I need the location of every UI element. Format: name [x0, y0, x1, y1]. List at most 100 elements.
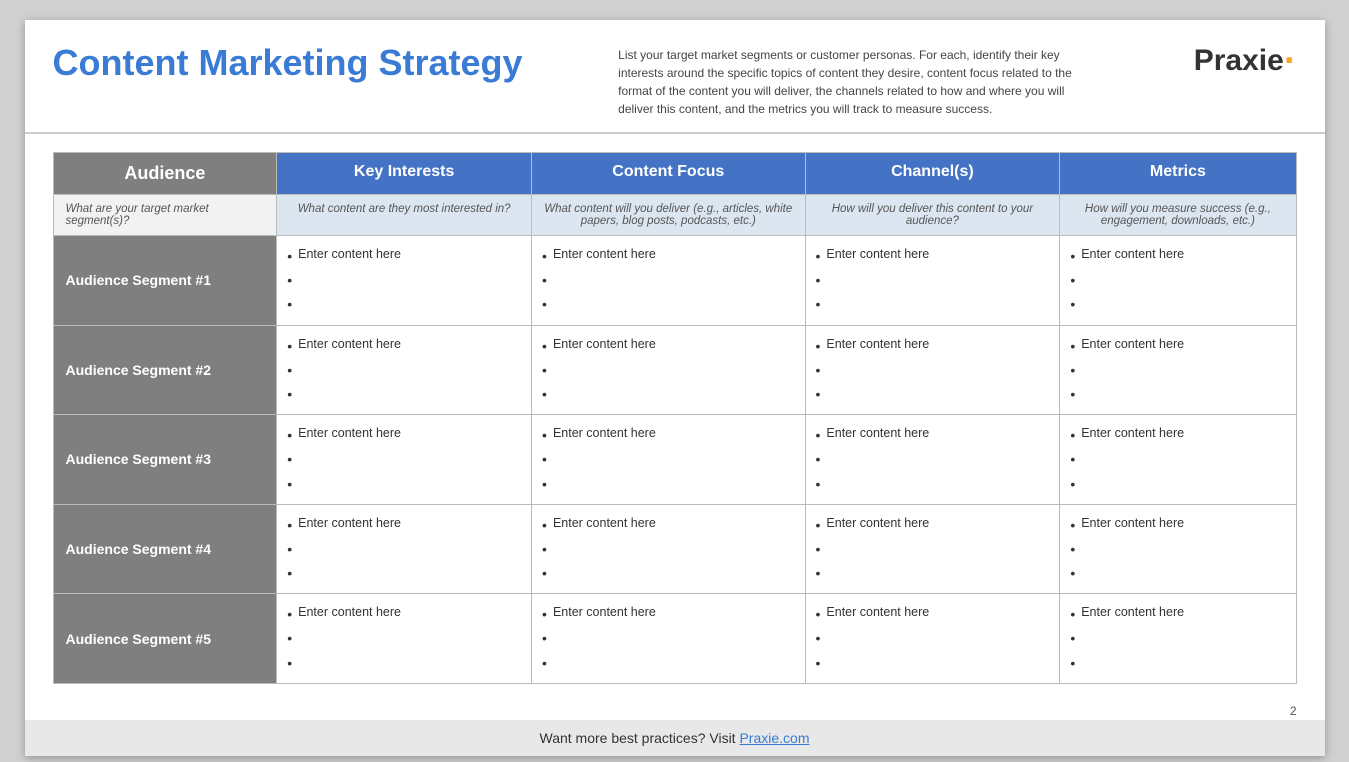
data-cell-channels-1[interactable]: Enter content here: [805, 236, 1060, 326]
page-number: 2: [25, 702, 1325, 720]
data-cell-channels-3[interactable]: Enter content here: [805, 415, 1060, 505]
list-item: [542, 268, 794, 292]
list-item: [287, 537, 521, 561]
list-item: [1070, 561, 1285, 585]
list-item: [542, 358, 794, 382]
list-item: [1070, 651, 1285, 675]
col-header-keyinterests: Key Interests: [277, 153, 532, 195]
table-row: Audience Segment #2 Enter content here Ent…: [53, 325, 1296, 415]
segment-label-5: Audience Segment #5: [53, 594, 277, 684]
table-row: Audience Segment #4 Enter content here Ent…: [53, 504, 1296, 594]
list-item: [542, 292, 794, 316]
header-row: Audience Key Interests Content Focus Cha…: [53, 153, 1296, 195]
list-item: [542, 561, 794, 585]
segment-label-3: Audience Segment #3: [53, 415, 277, 505]
data-cell-contentfocus-5[interactable]: Enter content here: [532, 594, 805, 684]
list-item: [1070, 472, 1285, 496]
list-item: [542, 537, 794, 561]
segment-label-4: Audience Segment #4: [53, 504, 277, 594]
list-item: Enter content here: [1070, 334, 1285, 358]
list-item: Enter content here: [542, 244, 794, 268]
list-item: [816, 268, 1050, 292]
list-item: [287, 292, 521, 316]
data-cell-metrics-2[interactable]: Enter content here: [1060, 325, 1296, 415]
subheader-row: What are your target market segment(s)? …: [53, 195, 1296, 236]
subheader-keyinterests: What content are they most interested in…: [277, 195, 532, 236]
header-description: List your target market segments or cust…: [618, 46, 1098, 118]
list-item: Enter content here: [1070, 513, 1285, 537]
list-item: [287, 651, 521, 675]
list-item: Enter content here: [287, 602, 521, 626]
list-item: [287, 447, 521, 471]
list-item: Enter content here: [542, 513, 794, 537]
data-cell-metrics-1[interactable]: Enter content here: [1060, 236, 1296, 326]
col-header-audience: Audience: [53, 153, 277, 195]
table-row: Audience Segment #3Enter content hereEnt…: [53, 415, 1296, 505]
subheader-metrics: How will you measure success (e.g., enga…: [1060, 195, 1296, 236]
data-cell-keyinterests-2[interactable]: Enter content here: [277, 325, 532, 415]
list-item: [287, 561, 521, 585]
list-item: [542, 651, 794, 675]
data-cell-channels-2[interactable]: Enter content here: [805, 325, 1060, 415]
list-item: [287, 382, 521, 406]
list-item: [816, 537, 1050, 561]
data-cell-metrics-3[interactable]: Enter content here: [1060, 415, 1296, 505]
list-item: Enter content here: [542, 602, 794, 626]
data-cell-keyinterests-3[interactable]: Enter content here: [277, 415, 532, 505]
list-item: Enter content here: [1070, 244, 1285, 268]
list-item: Enter content here: [816, 513, 1050, 537]
data-cell-contentfocus-3[interactable]: Enter content here: [532, 415, 805, 505]
list-item: [287, 268, 521, 292]
list-item: Enter content here: [816, 602, 1050, 626]
logo-dot: ·: [1284, 42, 1297, 80]
list-item: [542, 382, 794, 406]
subheader-audience: What are your target market segment(s)?: [53, 195, 277, 236]
data-cell-metrics-5[interactable]: Enter content here: [1060, 594, 1296, 684]
data-cell-contentfocus-2[interactable]: Enter content here: [532, 325, 805, 415]
col-header-metrics: Metrics: [1060, 153, 1296, 195]
list-item: [542, 447, 794, 471]
list-item: [816, 358, 1050, 382]
list-item: Enter content here: [816, 244, 1050, 268]
list-item: [816, 561, 1050, 585]
data-cell-keyinterests-1[interactable]: Enter content here: [277, 236, 532, 326]
list-item: [1070, 358, 1285, 382]
list-item: [287, 358, 521, 382]
page-title: Content Marketing Strategy: [53, 42, 523, 84]
data-cell-keyinterests-5[interactable]: Enter content here: [277, 594, 532, 684]
col-header-contentfocus: Content Focus: [532, 153, 805, 195]
list-item: Enter content here: [542, 423, 794, 447]
list-item: Enter content here: [816, 334, 1050, 358]
main-content: Audience Key Interests Content Focus Cha…: [25, 134, 1325, 702]
list-item: [1070, 537, 1285, 561]
data-cell-channels-5[interactable]: Enter content here: [805, 594, 1060, 684]
segment-label-2: Audience Segment #2: [53, 325, 277, 415]
strategy-table: Audience Key Interests Content Focus Cha…: [53, 152, 1297, 684]
list-item: [816, 382, 1050, 406]
list-item: Enter content here: [287, 334, 521, 358]
list-item: [542, 472, 794, 496]
data-cell-channels-4[interactable]: Enter content here: [805, 504, 1060, 594]
data-cell-metrics-4[interactable]: Enter content here: [1060, 504, 1296, 594]
data-cell-contentfocus-1[interactable]: Enter content here: [532, 236, 805, 326]
list-item: Enter content here: [287, 244, 521, 268]
list-item: [1070, 292, 1285, 316]
data-cell-keyinterests-4[interactable]: Enter content here: [277, 504, 532, 594]
footer-text: Want more best practices? Visit: [540, 730, 740, 746]
list-item: [1070, 447, 1285, 471]
list-item: Enter content here: [1070, 602, 1285, 626]
list-item: [816, 626, 1050, 650]
header: Content Marketing Strategy List your tar…: [25, 20, 1325, 134]
list-item: Enter content here: [287, 423, 521, 447]
data-cell-contentfocus-4[interactable]: Enter content here: [532, 504, 805, 594]
table-row: Audience Segment #1Enter content hereEnt…: [53, 236, 1296, 326]
page: Content Marketing Strategy List your tar…: [25, 20, 1325, 756]
list-item: [1070, 626, 1285, 650]
list-item: [816, 447, 1050, 471]
list-item: [1070, 382, 1285, 406]
footer-link[interactable]: Praxie.com: [739, 730, 809, 746]
subheader-channels: How will you deliver this content to you…: [805, 195, 1060, 236]
list-item: [816, 651, 1050, 675]
list-item: Enter content here: [287, 513, 521, 537]
list-item: Enter content here: [542, 334, 794, 358]
